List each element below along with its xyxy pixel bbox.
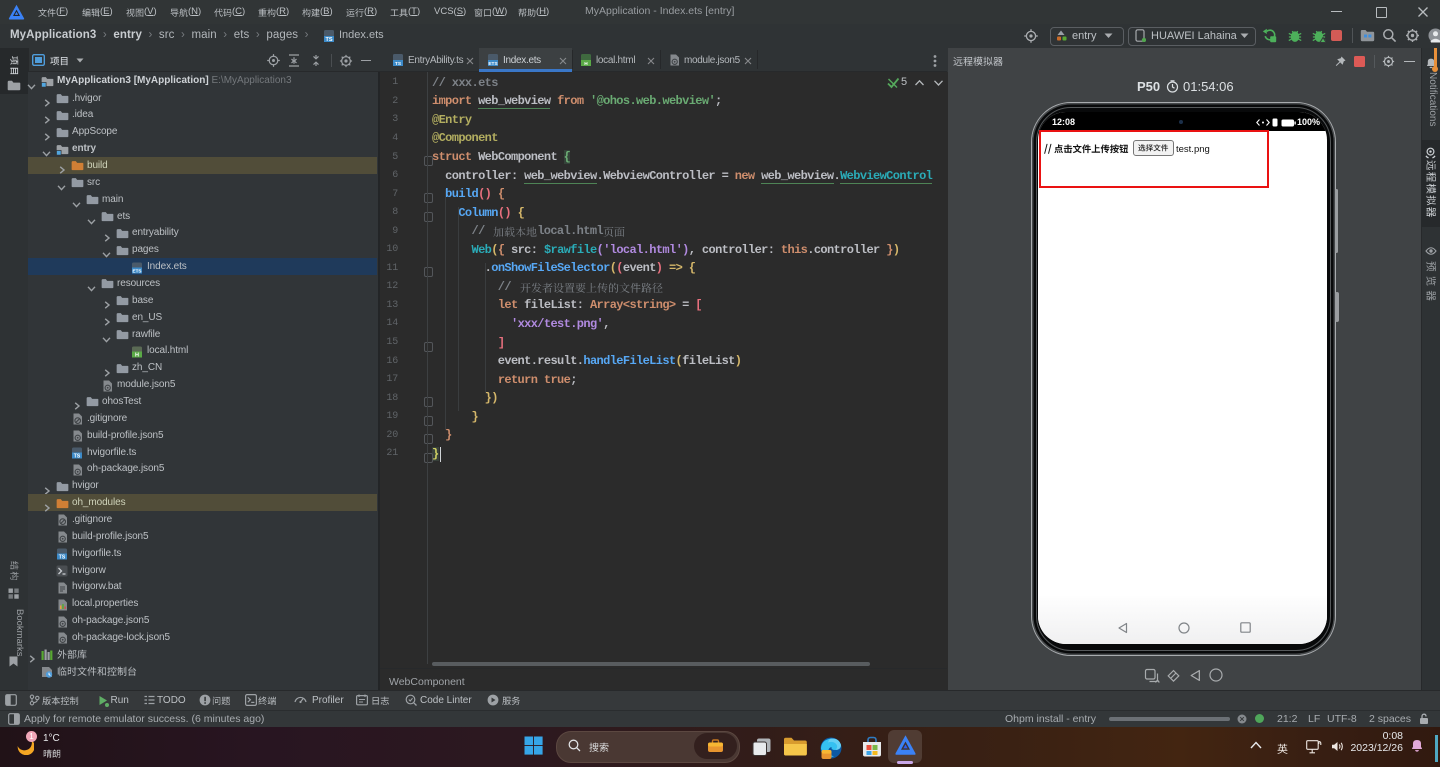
svg-text:H: H: [135, 352, 139, 358]
svg-text:TS: TS: [59, 555, 66, 561]
svg-text:ETS: ETS: [488, 61, 498, 66]
svg-text:H: H: [584, 61, 588, 66]
svg-text:TS: TS: [325, 37, 332, 42]
svg-text:ETS: ETS: [133, 268, 142, 273]
svg-text:TS: TS: [74, 454, 81, 460]
svg-text:TS: TS: [395, 61, 402, 66]
